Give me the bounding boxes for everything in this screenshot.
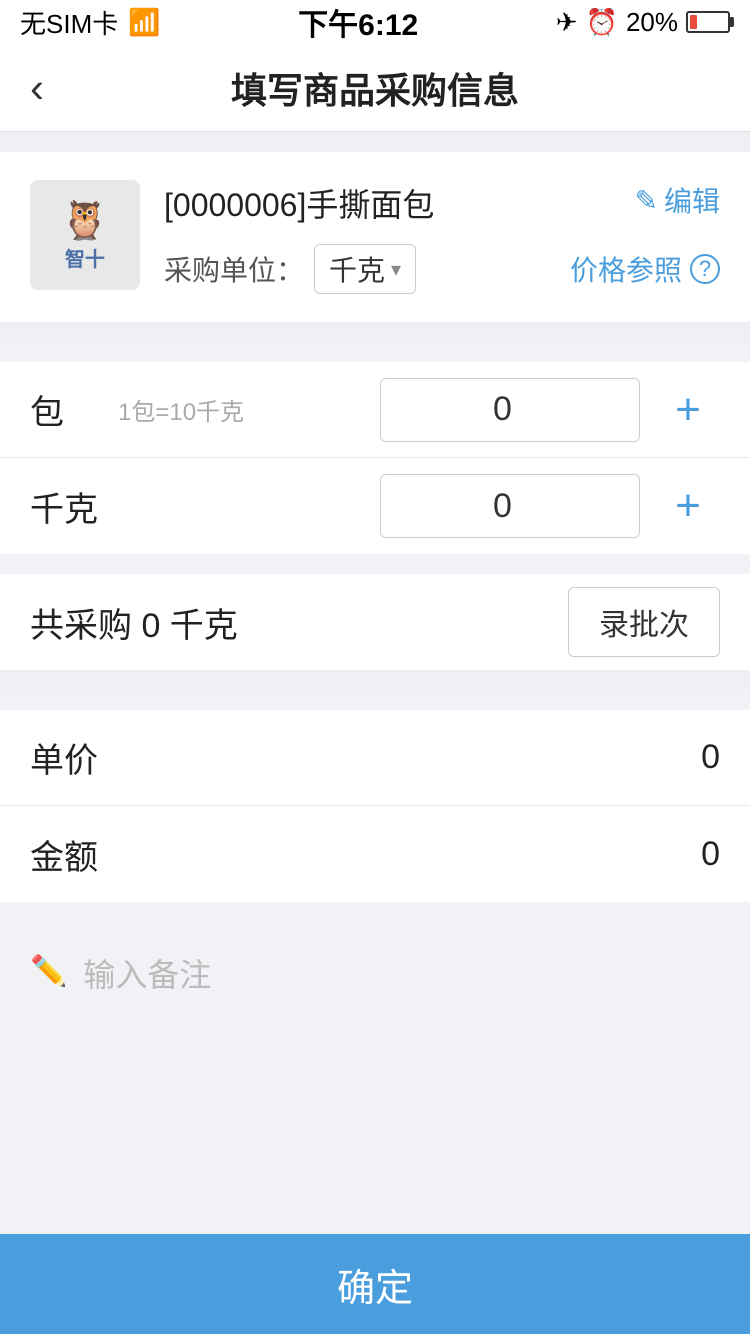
status-time: 下午6:12 [298, 0, 418, 44]
record-batch-button[interactable]: 录批次 [568, 587, 720, 657]
product-image: 🦉 智十 [30, 180, 140, 290]
product-header: [0000006]手撕面包 ✎ 编辑 [164, 180, 720, 226]
product-info: [0000006]手撕面包 ✎ 编辑 采购单位： 千克 ▾ 价格参照 ? [164, 180, 720, 294]
nav-bar: ‹ 填写商品采购信息 [0, 44, 750, 132]
question-icon: ? [690, 254, 720, 284]
amount-label: 金额 [30, 830, 98, 879]
chevron-down-icon: ▾ [391, 257, 401, 282]
confirm-button[interactable]: 确定 [0, 1234, 750, 1334]
unit-label: 采购单位： [164, 249, 304, 289]
product-unit-row: 采购单位： 千克 ▾ 价格参照 ? [164, 244, 720, 294]
edit-icon: ✎ [635, 184, 658, 217]
product-name: [0000006]手撕面包 [164, 180, 434, 226]
input-section: 包 1包=10千克 + 千克 + [0, 362, 750, 554]
battery-icon [686, 11, 730, 33]
back-button[interactable]: ‹ [30, 64, 44, 112]
amount-row: 金额 0 [0, 806, 750, 902]
amount-value: 0 [701, 835, 720, 874]
page-title: 填写商品采购信息 [231, 62, 519, 114]
edit-label: 编辑 [664, 180, 720, 220]
owl-icon: 🦉 [61, 199, 108, 243]
top-divider [0, 132, 750, 152]
info-section: 单价 0 金额 0 [0, 710, 750, 902]
mid-divider2 [0, 670, 750, 690]
kg-input-wrap: + [110, 474, 720, 538]
kg-input[interactable] [380, 474, 640, 538]
kg-input-row: 千克 + [0, 458, 750, 554]
pencil-icon: ✏️ [30, 954, 67, 989]
unit-value: 千克 [329, 249, 385, 289]
bao-input-wrap: + [244, 378, 720, 442]
location-icon: ✈ [556, 7, 578, 38]
wifi-icon: 📶 [128, 7, 160, 38]
notes-placeholder: 输入备注 [83, 950, 211, 996]
bao-label: 包 [30, 385, 110, 434]
summary-row: 共采购 0 千克 录批次 [0, 574, 750, 670]
kg-label: 千克 [30, 482, 110, 531]
unit-price-row: 单价 0 [0, 710, 750, 806]
price-ref-label: 价格参照 [570, 249, 682, 289]
alarm-icon: ⏰ [586, 7, 618, 38]
price-ref-button[interactable]: 价格参照 ? [570, 249, 720, 289]
battery-percent: 20% [626, 7, 678, 38]
edit-button[interactable]: ✎ 编辑 [635, 180, 720, 220]
confirm-label: 确定 [337, 1257, 413, 1312]
kg-plus-button[interactable]: + [656, 474, 720, 538]
carrier-text: 无SIM卡 [20, 4, 118, 41]
mid-divider [0, 322, 750, 342]
bao-input[interactable] [380, 378, 640, 442]
unit-price-value: 0 [701, 738, 720, 777]
summary-section: 共采购 0 千克 录批次 [0, 574, 750, 670]
unit-price-label: 单价 [30, 733, 98, 782]
status-right: ✈ ⏰ 20% [556, 7, 730, 38]
unit-select[interactable]: 千克 ▾ [314, 244, 416, 294]
bao-input-row: 包 1包=10千克 + [0, 362, 750, 458]
status-bar: 无SIM卡 📶 下午6:12 ✈ ⏰ 20% [0, 0, 750, 44]
product-card: 🦉 智十 [0000006]手撕面包 ✎ 编辑 采购单位： 千克 ▾ 价格参照 … [0, 152, 750, 322]
status-left: 无SIM卡 📶 [20, 4, 161, 41]
bao-plus-button[interactable]: + [656, 378, 720, 442]
summary-text: 共采购 0 千克 [30, 598, 238, 647]
bao-sublabel: 1包=10千克 [118, 392, 244, 427]
notes-section[interactable]: ✏️ 输入备注 [0, 922, 750, 1262]
logo-text: 智十 [65, 243, 105, 272]
